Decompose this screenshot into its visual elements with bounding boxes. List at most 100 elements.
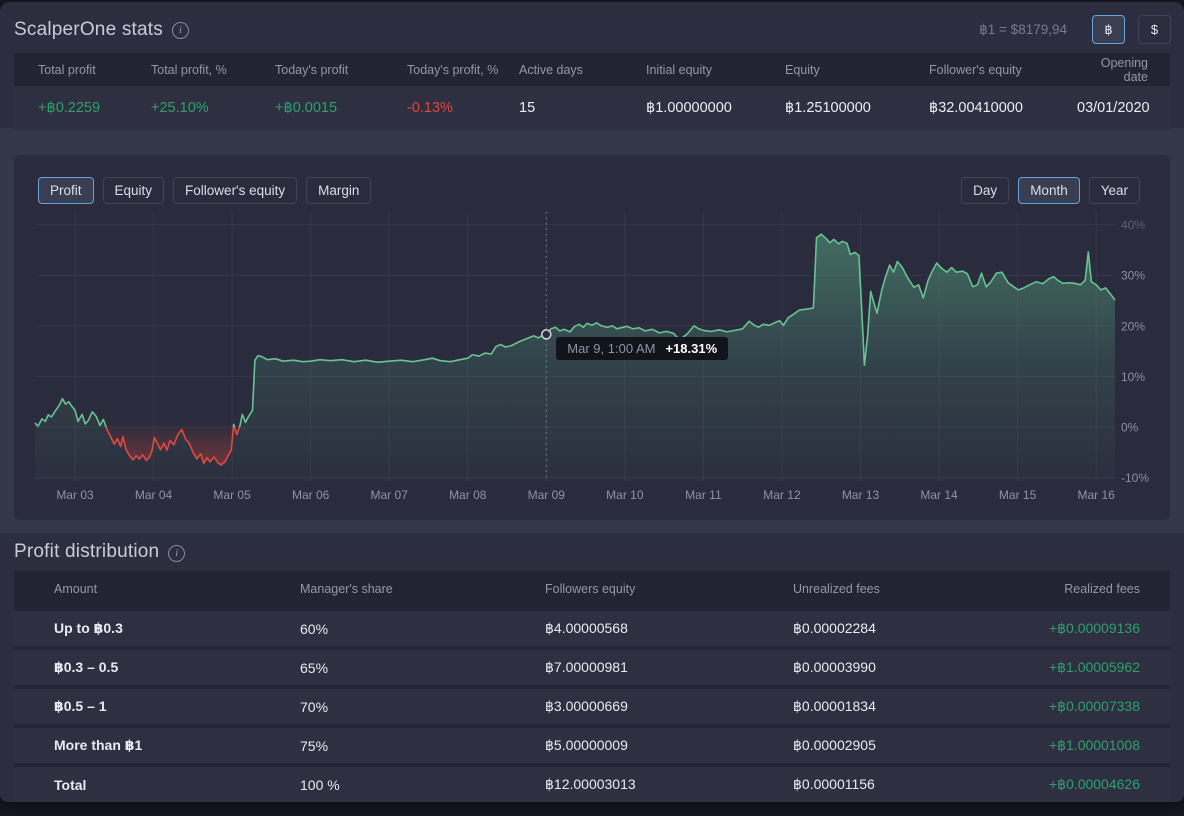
range-tab-group: Day Month Year (961, 177, 1140, 204)
y-tick-0: 0% (1121, 421, 1139, 435)
x-tick-mar-03: Mar 03 (56, 488, 94, 502)
x-tick-mar-15: Mar 15 (999, 488, 1037, 502)
dist-cell-manager-s-share: 100 % (300, 777, 545, 793)
dist-row-up-to-0-3: Up to ฿0.360%฿4.00000568฿0.00002284+฿0.0… (14, 611, 1170, 650)
info-icon[interactable]: i (168, 545, 185, 562)
stats-value-today-s-profit: +฿0.0015 (275, 100, 407, 116)
chart-tab-profit[interactable]: Profit (38, 177, 94, 204)
dist-col-realized-fees: Realized fees (983, 582, 1170, 596)
x-tick-mar-08: Mar 08 (449, 488, 487, 502)
x-tick-mar-07: Mar 07 (371, 488, 409, 502)
distribution-table: AmountManager's shareFollowers equityUnr… (14, 571, 1170, 802)
x-tick-mar-06: Mar 06 (292, 488, 330, 502)
dist-col-unrealized-fees: Unrealized fees (793, 582, 983, 596)
dist-cell-unrealized-fees: ฿0.00003990 (793, 659, 983, 676)
range-tab-year[interactable]: Year (1089, 177, 1140, 204)
dist-cell-amount: Up to ฿0.3 (54, 620, 300, 637)
dist-cell-realized-fees: +฿0.00009136 (983, 620, 1170, 637)
y-tick-40: 40% (1121, 218, 1145, 232)
y-tick-30: 30% (1121, 269, 1145, 283)
distribution-title-row: Profit distribution i (0, 533, 1184, 563)
dist-cell-followers-equity: ฿5.00000009 (545, 737, 793, 754)
stats-value-today-s-profit: -0.13% (407, 100, 519, 116)
x-tick-mar-04: Mar 04 (135, 488, 173, 502)
currency-button-btc[interactable]: ฿ (1092, 15, 1125, 44)
dist-cell-amount: ฿0.3 – 0.5 (54, 659, 300, 676)
dist-cell-realized-fees: +฿1.00005962 (983, 659, 1170, 676)
distribution-header-row: AmountManager's shareFollowers equityUnr… (14, 571, 1170, 611)
stats-title-row: ScalperOne stats i ฿1 = $8179,94 ฿$ (0, 2, 1184, 44)
x-tick-mar-10: Mar 10 (606, 488, 644, 502)
range-tab-month[interactable]: Month (1018, 177, 1080, 204)
page-title: ScalperOne stats (14, 19, 163, 41)
chart-tab-equity[interactable]: Equity (103, 177, 165, 204)
y-tick-20: 20% (1121, 319, 1145, 333)
chart-tooltip: Mar 9, 1:00 AM +18.31% (556, 337, 728, 360)
series-tab-group: Profit Equity Follower's equity Margin (38, 177, 371, 204)
x-tick-mar-14: Mar 14 (920, 488, 958, 502)
distribution-section: Profit distribution i AmountManager's sh… (0, 533, 1184, 802)
dist-cell-manager-s-share: 75% (300, 738, 545, 754)
y-tick-10: 10% (1121, 370, 1145, 384)
dist-cell-manager-s-share: 70% (300, 699, 545, 715)
y-tick-10: -10% (1121, 471, 1149, 485)
dist-cell-realized-fees: +฿0.00007338 (983, 698, 1170, 715)
dist-cell-manager-s-share: 65% (300, 660, 545, 676)
stats-col-follower-s-equity: Follower's equity (929, 63, 1077, 77)
stats-value-active-days: 15 (519, 100, 646, 116)
stats-col-total-profit: Total profit, % (151, 63, 275, 77)
dist-cell-unrealized-fees: ฿0.00001834 (793, 698, 983, 715)
dist-cell-unrealized-fees: ฿0.00001156 (793, 776, 983, 793)
dist-row-0-3-0-5: ฿0.3 – 0.565%฿7.00000981฿0.00003990+฿1.0… (14, 650, 1170, 689)
tooltip-value: +18.31% (665, 341, 717, 356)
dist-cell-amount: Total (54, 777, 300, 793)
stats-value-initial-equity: ฿1.00000000 (646, 100, 785, 116)
stats-value-total-profit: +฿0.2259 (38, 100, 151, 116)
dist-row-0-5-1: ฿0.5 – 170%฿3.00000669฿0.00001834+฿0.000… (14, 689, 1170, 728)
dist-col-manager-s-share: Manager's share (300, 582, 545, 596)
info-icon[interactable]: i (172, 22, 189, 39)
stats-col-today-s-profit: Today's profit (275, 63, 407, 77)
currency-button-usd[interactable]: $ (1138, 15, 1171, 44)
stats-section: ScalperOne stats i ฿1 = $8179,94 ฿$ Tota… (0, 2, 1184, 128)
stats-col-active-days: Active days (519, 63, 646, 77)
dist-cell-manager-s-share: 60% (300, 621, 545, 637)
dist-cell-followers-equity: ฿7.00000981 (545, 659, 793, 676)
tooltip-time: Mar 9, 1:00 AM (567, 341, 655, 356)
exchange-rate-label: ฿1 = $8179,94 (979, 22, 1067, 38)
stats-value-total-profit: +25.10% (151, 100, 275, 116)
x-tick-mar-09: Mar 09 (528, 488, 566, 502)
range-tab-day[interactable]: Day (961, 177, 1009, 204)
stats-value-opening-date: 03/01/2020 (1077, 100, 1172, 116)
dist-col-amount: Amount (54, 582, 300, 596)
distribution-title: Profit distribution (14, 541, 159, 563)
dist-cell-realized-fees: +฿1.00001008 (983, 737, 1170, 754)
currency-toggle: ฿$ (1092, 15, 1171, 44)
dist-cell-realized-fees: +฿0.00004626 (983, 776, 1170, 793)
chart-toolbar: Profit Equity Follower's equity Margin Day M… (38, 177, 1140, 204)
x-tick-mar-11: Mar 11 (685, 488, 722, 502)
chart-tab-follower-s-equity[interactable]: Follower's equity (173, 177, 297, 204)
dist-cell-amount: More than ฿1 (54, 737, 300, 754)
stats-col-total-profit: Total profit (38, 63, 151, 77)
stats-col-initial-equity: Initial equity (646, 63, 785, 77)
stats-col-equity: Equity (785, 63, 929, 77)
stats-value-equity: ฿1.25100000 (785, 100, 929, 116)
dist-col-followers-equity: Followers equity (545, 582, 793, 596)
dashboard-card: ScalperOne stats i ฿1 = $8179,94 ฿$ Tota… (0, 2, 1184, 802)
chart-panel: Profit Equity Follower's equity Margin Day M… (14, 155, 1170, 520)
dist-cell-unrealized-fees: ฿0.00002905 (793, 737, 983, 754)
dist-cell-followers-equity: ฿4.00000568 (545, 620, 793, 637)
x-tick-mar-16: Mar 16 (1077, 488, 1115, 502)
stats-table-values: +฿0.2259+25.10%+฿0.0015-0.13%15฿1.000000… (14, 86, 1170, 130)
stats-value-follower-s-equity: ฿32.00410000 (929, 100, 1077, 116)
stats-col-today-s-profit: Today's profit, % (407, 63, 519, 77)
x-tick-mar-05: Mar 05 (213, 488, 251, 502)
dist-row-total: Total100 %฿12.00003013฿0.00001156+฿0.000… (14, 767, 1170, 802)
x-tick-mar-13: Mar 13 (842, 488, 880, 502)
dist-cell-unrealized-fees: ฿0.00002284 (793, 620, 983, 637)
x-tick-mar-12: Mar 12 (763, 488, 801, 502)
dist-cell-amount: ฿0.5 – 1 (54, 698, 300, 715)
chart-tab-margin[interactable]: Margin (306, 177, 371, 204)
stats-table-header: Total profitTotal profit, %Today's profi… (14, 53, 1170, 86)
